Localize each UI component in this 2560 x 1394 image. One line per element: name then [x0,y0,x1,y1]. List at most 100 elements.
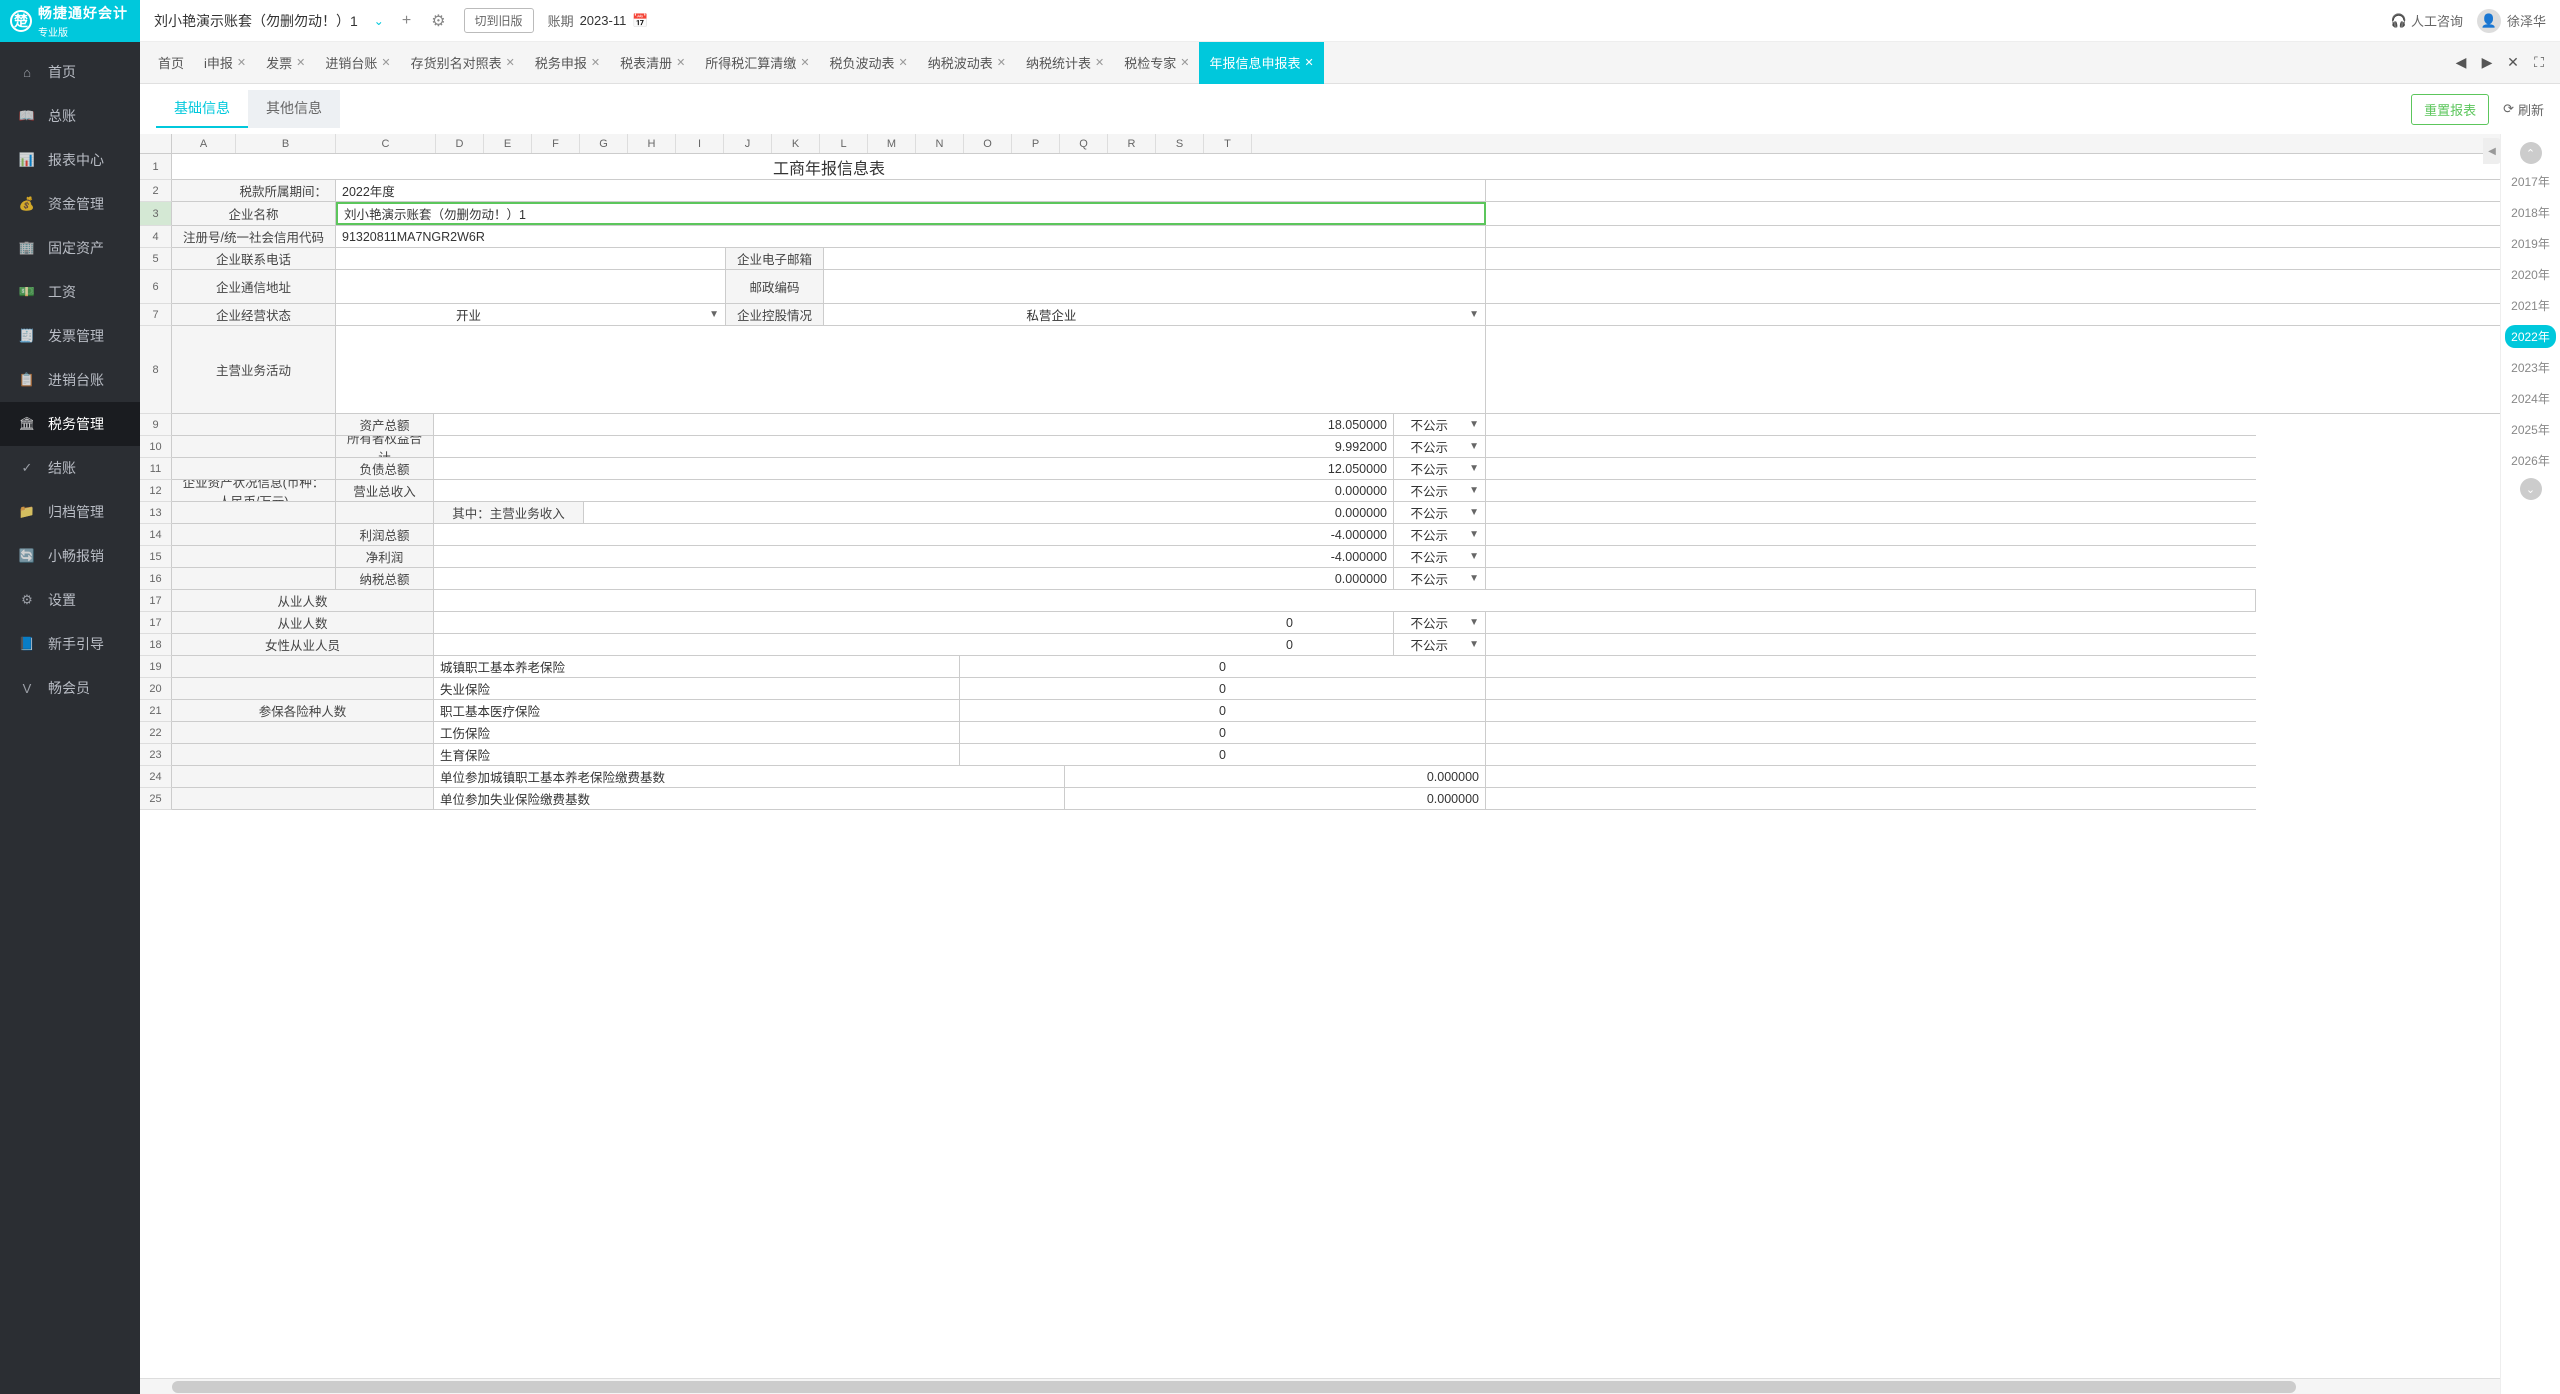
year-pill[interactable]: 2017年 [2505,170,2556,193]
year-scroll-up[interactable]: ⌃ [2520,142,2542,164]
close-icon[interactable]: ✕ [1095,56,1104,69]
field-value[interactable]: 0.000000 [1065,788,1486,809]
field-value[interactable] [824,248,1486,269]
dropdown[interactable]: 不公示▼ [1394,546,1486,567]
username[interactable]: 徐泽华 [2507,11,2546,30]
row-number[interactable]: 23 [140,744,172,766]
tab-prev-button[interactable]: ◀ [2448,50,2474,76]
row-number[interactable]: 2 [140,180,172,202]
field-value[interactable]: 0.000000 [434,480,1394,501]
tab-next-button[interactable]: ▶ [2474,50,2500,76]
row-number[interactable]: 5 [140,248,172,270]
calendar-icon[interactable]: 📅 [632,13,648,29]
close-icon[interactable]: ✕ [591,56,600,69]
row-number[interactable]: 22 [140,722,172,744]
row-number[interactable]: 20 [140,678,172,700]
column-header[interactable]: C [336,134,436,153]
row-number[interactable]: 9 [140,414,172,436]
row-number[interactable]: 15 [140,546,172,568]
field-value[interactable]: -4.000000 [434,546,1394,567]
column-header[interactable]: J [724,134,772,153]
row-number[interactable]: 25 [140,788,172,810]
close-icon[interactable]: ✕ [506,56,515,69]
row-number[interactable]: 7 [140,304,172,326]
column-header[interactable]: A [172,134,236,153]
year-pill[interactable]: 2026年 [2505,449,2556,472]
period-value[interactable]: 2023-11 [580,13,627,28]
field-value[interactable]: -4.000000 [434,524,1394,545]
close-icon[interactable]: ✕ [997,56,1006,69]
field-value[interactable]: 0 [960,744,1486,765]
row-number[interactable]: 6 [140,270,172,304]
tab[interactable]: 所得税汇算清缴✕ [695,42,819,84]
dropdown[interactable]: 不公示▼ [1394,568,1486,589]
row-number[interactable]: 10 [140,436,172,458]
field-value[interactable]: 0 [434,634,1394,655]
field-value[interactable]: 91320811MA7NGR2W6R [336,226,1486,247]
dropdown[interactable]: 不公示▼ [1394,612,1486,633]
field-value[interactable]: 0 [960,678,1486,699]
column-header[interactable]: R [1108,134,1156,153]
column-header[interactable]: Q [1060,134,1108,153]
year-pill[interactable]: 2021年 [2505,294,2556,317]
column-header[interactable]: T [1204,134,1252,153]
tab[interactable]: 税检专家✕ [1114,42,1199,84]
dropdown[interactable]: 不公示▼ [1394,458,1486,479]
sidebar-item-setting[interactable]: ⚙设置 [0,578,140,622]
year-pill[interactable]: 2024年 [2505,387,2556,410]
year-pill[interactable]: 2022年 [2505,325,2556,348]
dropdown[interactable]: 不公示▼ [1394,436,1486,457]
sidebar-item-invoice[interactable]: 🧾发票管理 [0,314,140,358]
row-number[interactable]: 4 [140,226,172,248]
tab[interactable]: 税负波动表✕ [820,42,918,84]
column-header[interactable]: H [628,134,676,153]
fullscreen-button[interactable]: ⛶ [2526,50,2552,76]
row-number[interactable]: 24 [140,766,172,788]
horizontal-scrollbar[interactable] [140,1378,2500,1394]
sidebar-item-ledger[interactable]: 📖总账 [0,94,140,138]
dock-collapse-icon[interactable]: ◀ [2483,138,2501,164]
column-header[interactable]: S [1156,134,1204,153]
tab[interactable]: 发票✕ [256,42,315,84]
year-pill[interactable]: 2023年 [2505,356,2556,379]
account-selector[interactable]: 刘小艳演示账套（勿删勿动！）1 [154,11,358,31]
field-value[interactable]: 0 [960,700,1486,721]
sidebar-item-report[interactable]: 📊报表中心 [0,138,140,182]
column-header[interactable]: F [532,134,580,153]
field-value[interactable]: 0.000000 [1065,766,1486,787]
sidebar-item-fund[interactable]: 💰资金管理 [0,182,140,226]
field-value[interactable] [824,270,1486,303]
tab[interactable]: 税务申报✕ [525,42,610,84]
row-number[interactable]: 14 [140,524,172,546]
column-header[interactable]: P [1012,134,1060,153]
field-value[interactable]: 2022年度 [336,180,1486,201]
sidebar-item-vip[interactable]: V畅会员 [0,666,140,710]
column-header[interactable]: K [772,134,820,153]
dropdown[interactable]: 不公示▼ [1394,414,1486,435]
year-pill[interactable]: 2019年 [2505,232,2556,255]
close-icon[interactable]: ✕ [381,56,390,69]
close-icon[interactable]: ✕ [296,56,305,69]
close-icon[interactable]: ✕ [1180,56,1189,69]
sidebar-item-expense[interactable]: 🔄小畅报销 [0,534,140,578]
column-header[interactable]: B [236,134,336,153]
spreadsheet-grid[interactable]: 1工商年报信息表2税款所属期间：2022年度3企业名称刘小艳演示账套（勿删勿动！… [140,154,2500,1378]
column-header[interactable]: E [484,134,532,153]
sidebar-item-tax[interactable]: 🏛税务管理 [0,402,140,446]
sidebar-item-close[interactable]: ✓结账 [0,446,140,490]
sidebar-item-guide[interactable]: 📘新手引导 [0,622,140,666]
tab[interactable]: 纳税统计表✕ [1016,42,1114,84]
field-value[interactable] [434,590,2256,611]
chevron-down-icon[interactable]: ⌄ [366,14,392,28]
close-icon[interactable]: ✕ [899,56,908,69]
column-header[interactable]: M [868,134,916,153]
row-number[interactable]: 17 [140,612,172,634]
column-header[interactable]: G [580,134,628,153]
dropdown[interactable]: 私营企业▼ [824,304,1486,325]
refresh-button[interactable]: ⟳ 刷新 [2503,100,2544,119]
row-number[interactable]: 19 [140,656,172,678]
tab[interactable]: 年报信息申报表✕ [1199,42,1323,84]
sidebar-item-salary[interactable]: 💵工资 [0,270,140,314]
field-value[interactable]: 0.000000 [584,502,1394,523]
row-number[interactable]: 8 [140,326,172,414]
